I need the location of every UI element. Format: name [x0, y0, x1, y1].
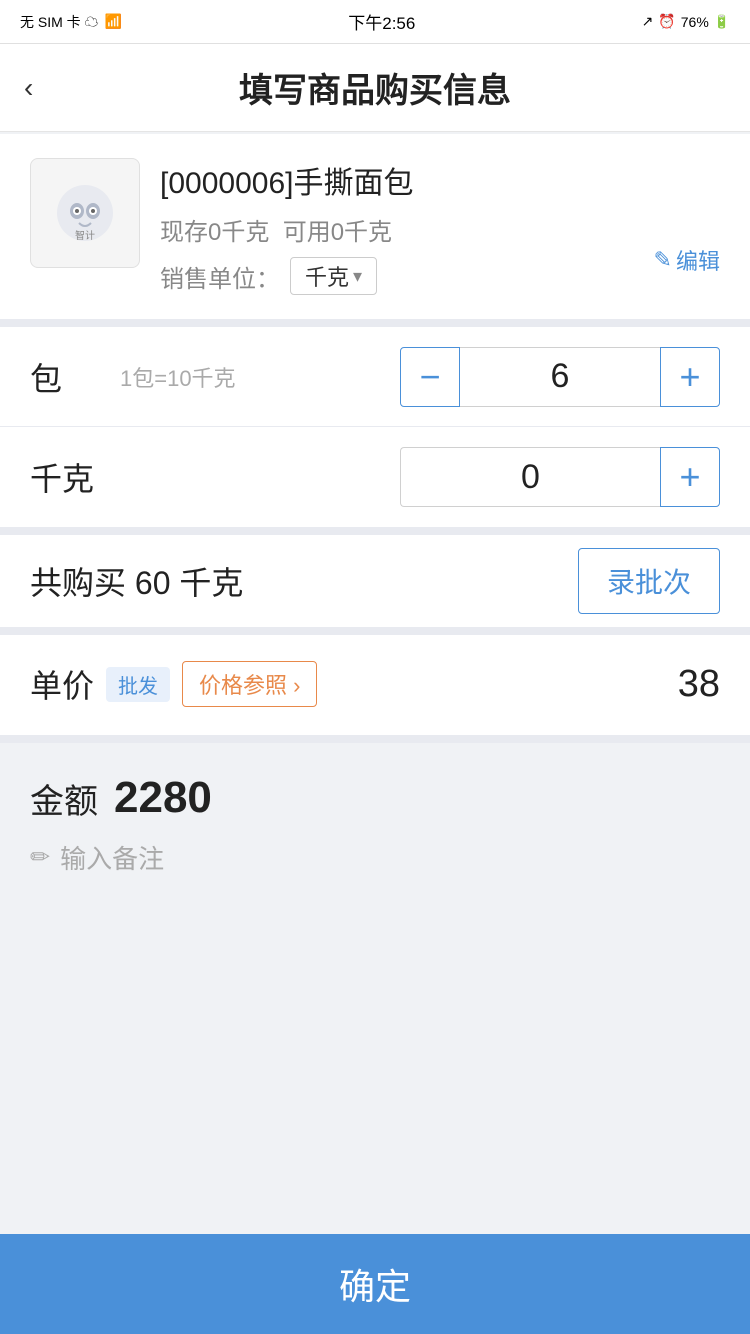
page-title: 填写商品购买信息 [239, 63, 511, 112]
status-right: ↗ ⏰ 76% 🔋 [642, 13, 730, 30]
input-label-kg: 千克 [30, 454, 110, 500]
batch-button[interactable]: 录批次 [578, 548, 720, 614]
amount-section: 金额 2280 ✏ 输入备注 [0, 743, 750, 886]
battery-icon: 🔋 [714, 14, 730, 30]
increment-bao-button[interactable]: + [660, 347, 720, 407]
price-ref-button[interactable]: 价格参照 › [182, 661, 317, 707]
product-info: [0000006]手撕面包 现存0千克 可用0千克 销售单位： 千克 ▾ [160, 158, 720, 295]
product-thumbnail: 智计 [30, 158, 140, 268]
alarm-icon: ⏰ [658, 13, 675, 30]
price-value: 38 [678, 663, 720, 706]
input-hint-bao: 1包=10千克 [120, 361, 400, 393]
confirm-text: 确定 [339, 1258, 411, 1310]
unit-select[interactable]: 千克 ▾ [290, 257, 377, 295]
note-placeholder: 输入备注 [60, 839, 164, 876]
product-stock: 现存0千克 可用0千克 [160, 212, 720, 247]
qty-input-kg[interactable] [400, 447, 660, 507]
back-button[interactable]: ‹ [24, 72, 33, 104]
product-card: 智计 [0000006]手撕面包 现存0千克 可用0千克 销售单位： 千克 ▾ … [0, 134, 750, 327]
no-sim-label: 无 SIM 卡 ☁ [20, 12, 99, 32]
decrement-bao-button[interactable]: − [400, 347, 460, 407]
battery-label: 76% [681, 14, 709, 30]
edit-button[interactable]: ✎ 编辑 [654, 244, 720, 276]
price-row: 单价 批发 价格参照 › 38 [30, 661, 720, 707]
bottom-spacer [0, 886, 750, 986]
chevron-down-icon: ▾ [353, 266, 362, 287]
price-label: 单价 批发 价格参照 › [30, 661, 317, 707]
status-left: 无 SIM 卡 ☁ 📶 [20, 12, 122, 32]
note-row[interactable]: ✏ 输入备注 [30, 839, 720, 876]
price-badge: 批发 [106, 667, 170, 702]
increment-kg-button[interactable]: + [660, 447, 720, 507]
svg-text:智计: 智计 [75, 229, 95, 242]
input-section: 包 1包=10千克 − + 千克 + [0, 327, 750, 535]
total-row: 共购买 60 千克 录批次 [0, 535, 750, 635]
qty-input-bao[interactable] [460, 347, 660, 407]
wifi-icon: 📶 [105, 13, 122, 30]
status-time: 下午2:56 [348, 9, 415, 34]
qty-control-bao: − + [400, 347, 720, 407]
nav-bar: ‹ 填写商品购买信息 [0, 44, 750, 132]
price-section: 单价 批发 价格参照 › 38 [0, 635, 750, 743]
input-row-kg: 千克 + [0, 427, 750, 527]
product-name: [0000006]手撕面包 [160, 158, 720, 202]
qty-control-kg: + [400, 447, 720, 507]
amount-value: 2280 [114, 773, 212, 823]
edit-icon: ✎ [654, 247, 672, 273]
location-icon: ↗ [642, 13, 654, 30]
total-text: 共购买 60 千克 [30, 558, 243, 604]
input-row-bao: 包 1包=10千克 − + [0, 327, 750, 427]
amount-row: 金额 2280 [30, 773, 720, 823]
amount-label: 金额 [30, 774, 98, 823]
confirm-bar[interactable]: 确定 [0, 1234, 750, 1334]
input-label-bao: 包 [30, 354, 110, 400]
note-icon: ✏ [30, 843, 50, 872]
product-unit: 销售单位： 千克 ▾ [160, 257, 720, 295]
status-bar: 无 SIM 卡 ☁ 📶 下午2:56 ↗ ⏰ 76% 🔋 [0, 0, 750, 44]
